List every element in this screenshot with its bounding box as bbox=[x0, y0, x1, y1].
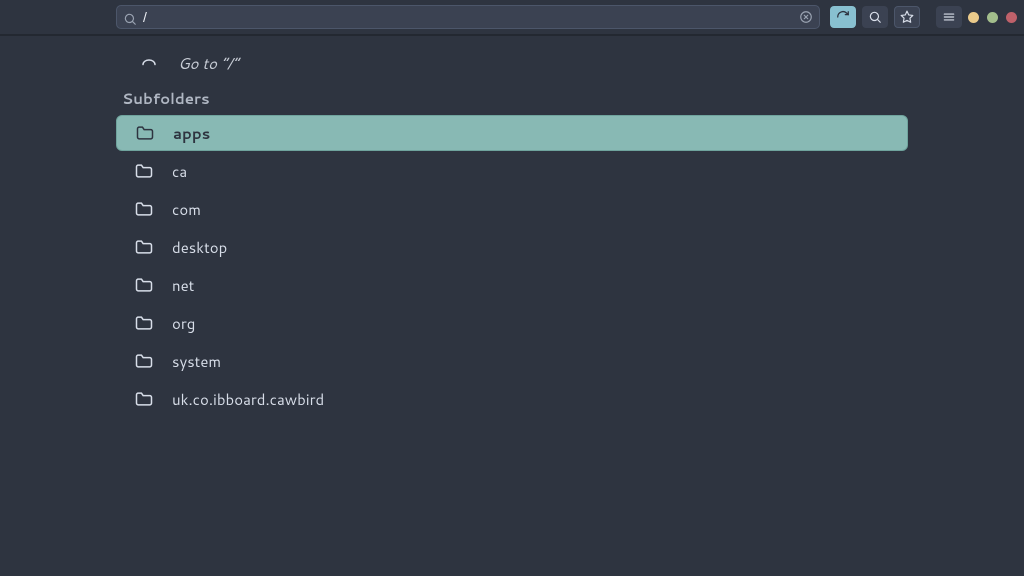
close-dot[interactable] bbox=[1006, 12, 1017, 23]
folder-label: uk.co.ibboard.cawbird bbox=[172, 389, 324, 410]
folder-row[interactable]: net bbox=[116, 267, 908, 303]
folder-icon bbox=[134, 313, 154, 333]
bookmark-button[interactable] bbox=[894, 6, 920, 28]
folder-label: org bbox=[172, 313, 195, 334]
go-to-label: Go to “/” bbox=[178, 53, 238, 74]
go-up-icon bbox=[140, 54, 158, 72]
folder-label: desktop bbox=[172, 237, 227, 258]
toolbar-actions bbox=[830, 6, 962, 28]
toolbar bbox=[0, 0, 1024, 36]
folder-icon bbox=[134, 351, 154, 371]
folder-row[interactable]: com bbox=[116, 191, 908, 227]
folder-row[interactable]: org bbox=[116, 305, 908, 341]
folder-row[interactable]: system bbox=[116, 343, 908, 379]
folder-icon bbox=[134, 237, 154, 257]
main-content: Go to “/” Subfolders apps ca com desktop net… bbox=[0, 36, 1024, 419]
folder-row[interactable]: ca bbox=[116, 153, 908, 189]
folder-icon bbox=[135, 123, 155, 143]
path-input[interactable] bbox=[143, 6, 797, 28]
minimize-dot[interactable] bbox=[968, 12, 979, 23]
path-search-field[interactable] bbox=[116, 5, 820, 29]
folder-label: ca bbox=[172, 161, 187, 182]
refresh-button[interactable] bbox=[830, 6, 856, 28]
folder-icon bbox=[134, 199, 154, 219]
folder-list: apps ca com desktop net org system uk.co.ibboar… bbox=[0, 115, 1024, 419]
folder-row[interactable]: apps bbox=[116, 115, 908, 151]
window-controls bbox=[968, 12, 1023, 23]
folder-row[interactable]: uk.co.ibboard.cawbird bbox=[116, 381, 908, 417]
search-icon bbox=[123, 10, 137, 24]
menu-button[interactable] bbox=[936, 6, 962, 28]
subfolders-header: Subfolders bbox=[0, 80, 1024, 115]
folder-label: apps bbox=[173, 123, 210, 144]
folder-label: system bbox=[172, 351, 221, 372]
maximize-dot[interactable] bbox=[987, 12, 998, 23]
folder-icon bbox=[134, 161, 154, 181]
folder-icon bbox=[134, 275, 154, 295]
search-button[interactable] bbox=[862, 6, 888, 28]
folder-icon bbox=[134, 389, 154, 409]
folder-label: com bbox=[172, 199, 201, 220]
go-to-path-row[interactable]: Go to “/” bbox=[0, 46, 1024, 80]
folder-label: net bbox=[172, 275, 194, 296]
folder-row[interactable]: desktop bbox=[116, 229, 908, 265]
clear-icon[interactable] bbox=[797, 8, 815, 26]
